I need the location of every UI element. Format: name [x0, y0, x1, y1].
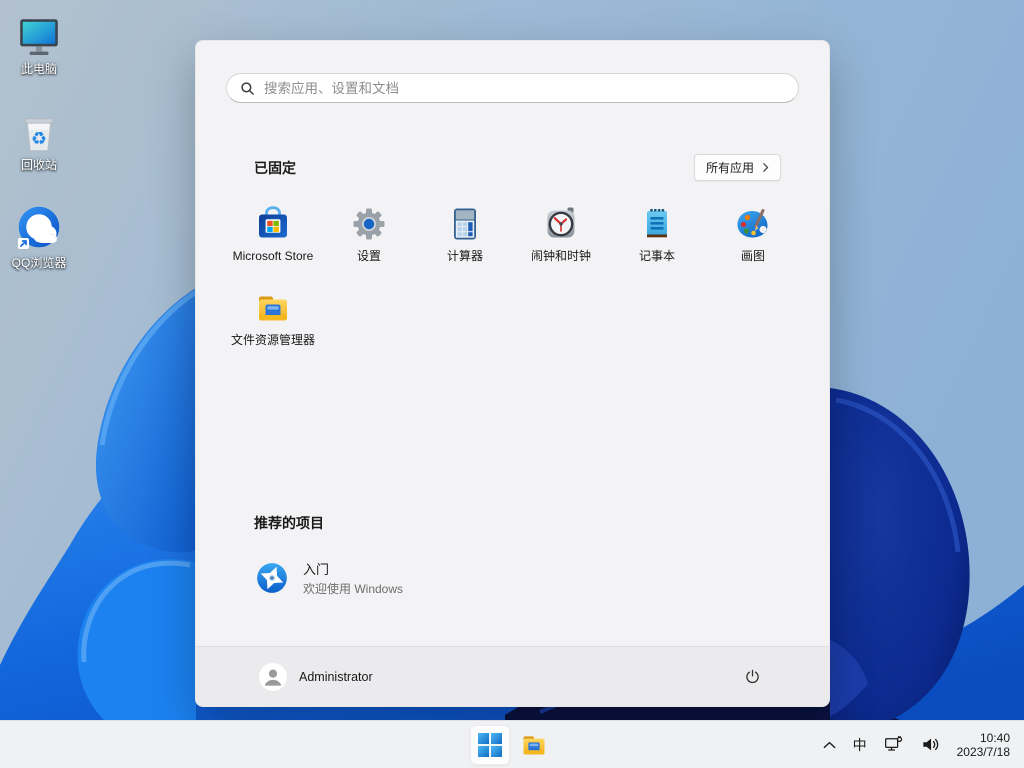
desktop-screen: 此电脑 ♻ 回收站 QQ浏览器 搜索应用、设置和文档 已固定 所有应用 Micr… [0, 0, 1024, 768]
svg-text:♻: ♻ [31, 130, 47, 150]
desktop-icon-this-pc[interactable]: 此电脑 [0, 10, 78, 76]
all-apps-label: 所有应用 [705, 161, 754, 175]
app-tile-label: 设置 [356, 249, 381, 263]
pinned-app-grid: Microsoft Store 设置 计算器 闹钟和时钟 记事本 画图 文件资源… [225, 197, 829, 365]
clock-time: 10:40 [979, 730, 1010, 745]
user-account-button[interactable]: Administrator [259, 662, 373, 691]
alarm-clock-icon [541, 203, 581, 245]
app-tile-file-explorer[interactable]: 文件资源管理器 [225, 281, 321, 365]
taskbar-center-icons [470, 721, 554, 768]
app-tile-calculator[interactable]: 计算器 [417, 197, 513, 281]
calculator-icon [445, 203, 485, 245]
taskbar-clock[interactable]: 10:40 2023/7/18 [955, 731, 1012, 759]
recommended-item-title: 入门 [303, 562, 330, 577]
app-tile-label: 记事本 [638, 249, 675, 263]
recommended-section-title: 推荐的项目 [254, 515, 324, 531]
app-tile-label: 画图 [740, 249, 765, 263]
qq-browser-icon [0, 204, 78, 254]
taskbar: 中 10:40 2023/7/18 [0, 720, 1024, 768]
desktop-icon-label: 此电脑 [20, 62, 57, 76]
desktop-icon-recycle-bin[interactable]: ♻ 回收站 [0, 106, 78, 172]
network-tray-button[interactable] [881, 725, 906, 765]
file-explorer-icon [253, 287, 293, 329]
system-tray: 中 10:40 2023/7/18 [820, 721, 1012, 768]
this-pc-icon [0, 10, 78, 60]
search-input[interactable] [264, 80, 785, 96]
app-tile-notepad[interactable]: 记事本 [609, 197, 705, 281]
app-tile-label: 闹钟和时钟 [530, 249, 591, 263]
app-tile-settings[interactable]: 设置 [321, 197, 417, 281]
microsoft-store-icon [253, 203, 293, 245]
chevron-right-icon [762, 162, 769, 173]
all-apps-button[interactable]: 所有应用 [693, 154, 781, 181]
ime-language-indicator[interactable]: 中 [851, 725, 869, 765]
power-icon [744, 668, 761, 685]
get-started-icon [254, 560, 290, 596]
pinned-section-title: 已固定 [254, 159, 296, 176]
clock-date: 2023/7/18 [956, 744, 1010, 759]
paint-palette-icon [733, 203, 773, 245]
username-label: Administrator [299, 669, 373, 684]
user-avatar [259, 662, 287, 691]
app-tile-alarms-clock[interactable]: 闹钟和时钟 [513, 197, 609, 281]
app-tile-label: 文件资源管理器 [230, 333, 315, 347]
start-menu-content: 已固定 所有应用 [196, 41, 829, 646]
app-tile-label: 计算器 [446, 249, 483, 263]
notepad-icon [637, 203, 677, 245]
search-icon [240, 81, 255, 96]
recommended-item-get-started[interactable]: 入门 欢迎使用 Windows [254, 555, 534, 601]
settings-gear-icon [349, 203, 389, 245]
speaker-icon [920, 734, 941, 755]
app-tile-label: Microsoft Store [232, 249, 314, 263]
desktop-icon-qq-browser[interactable]: QQ浏览器 [0, 204, 78, 270]
windows-logo-icon [478, 732, 502, 757]
power-button[interactable] [735, 660, 769, 694]
ime-indicator-label: 中 [852, 736, 867, 753]
file-explorer-icon [519, 730, 549, 760]
start-menu: 已固定 所有应用 [195, 40, 830, 707]
desktop-icon-label: QQ浏览器 [11, 256, 67, 270]
chevron-up-icon [822, 740, 837, 750]
start-button[interactable] [470, 724, 510, 765]
taskbar-file-explorer-button[interactable] [514, 725, 554, 765]
tray-hidden-icons-button[interactable] [820, 725, 839, 765]
start-menu-user-bar: Administrator [196, 646, 829, 706]
recycle-bin-icon: ♻ [0, 106, 78, 156]
app-tile-microsoft-store[interactable]: Microsoft Store [225, 197, 321, 281]
desktop-icon-label: 回收站 [20, 158, 57, 172]
app-tile-paint[interactable]: 画图 [705, 197, 801, 281]
search-box[interactable] [226, 73, 799, 103]
recommended-item-subtitle: 欢迎使用 Windows [303, 582, 404, 596]
network-ethernet-icon [883, 734, 904, 755]
volume-tray-button[interactable] [918, 725, 943, 765]
